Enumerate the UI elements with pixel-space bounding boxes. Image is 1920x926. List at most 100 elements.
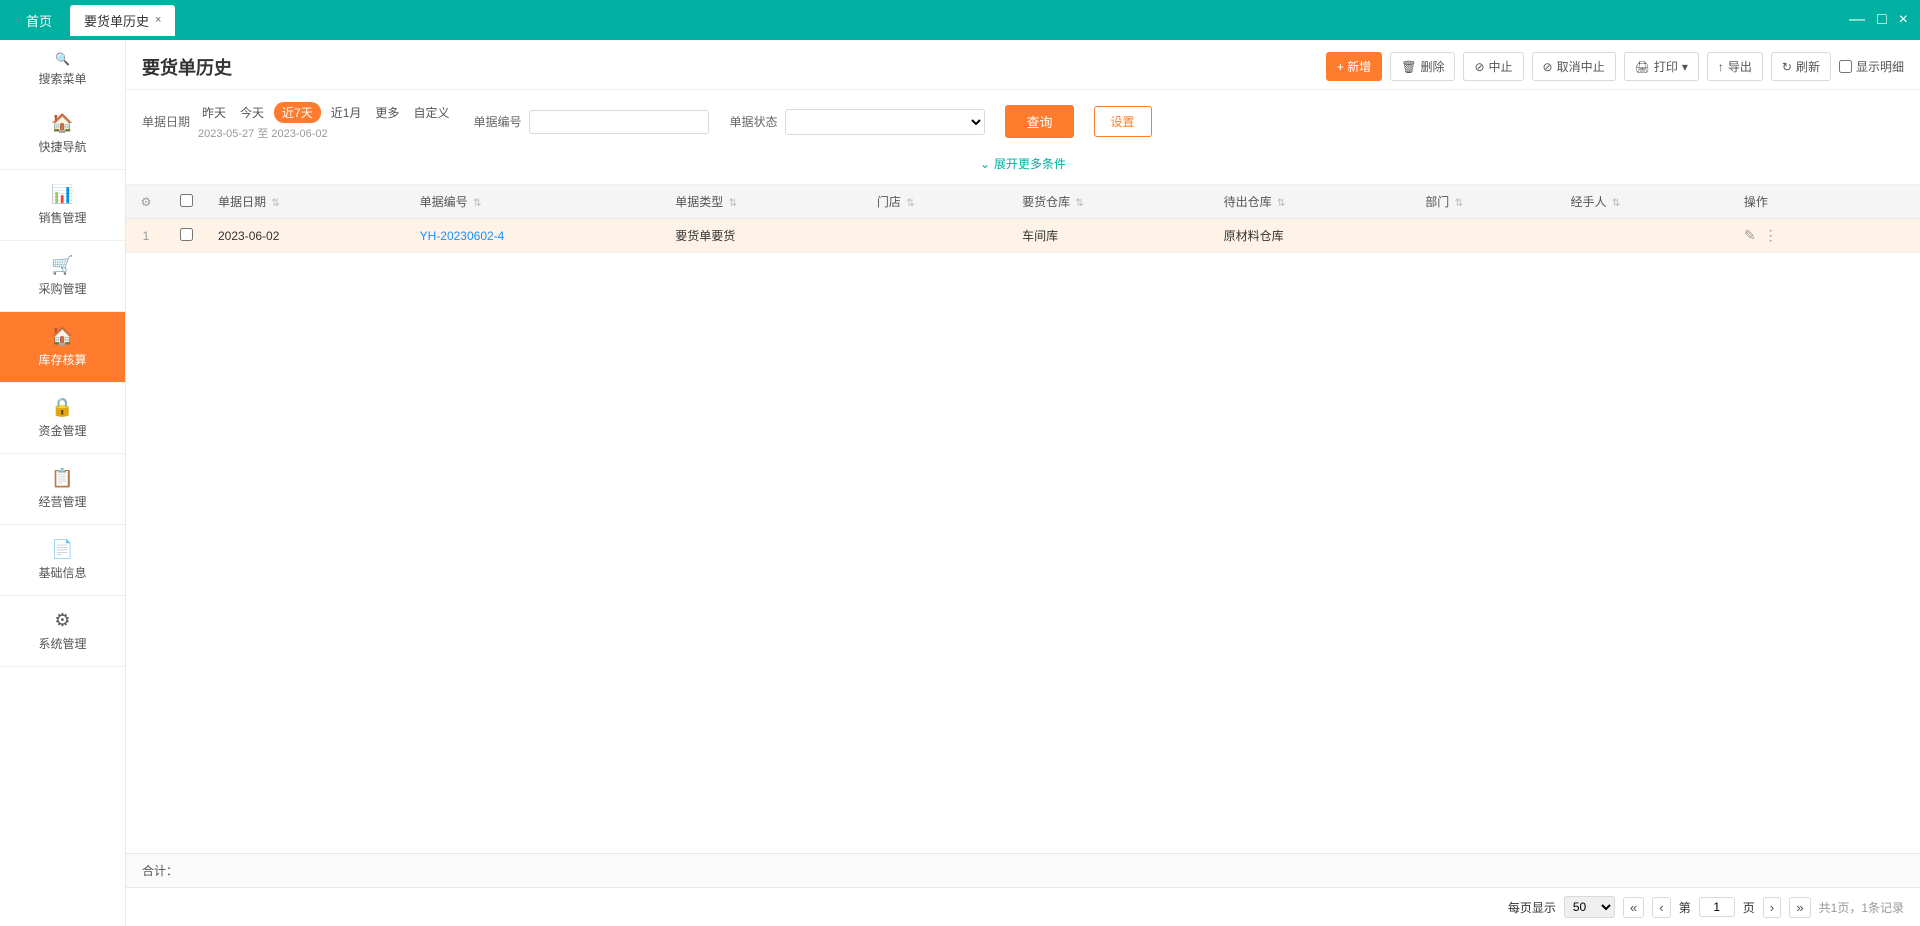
cell-store bbox=[865, 219, 1010, 253]
delete-button[interactable]: 🗑 删除 bbox=[1390, 52, 1455, 81]
sidebar-item-purchase[interactable]: 🛒 采购管理 bbox=[0, 241, 125, 312]
settings-button[interactable]: 设置 bbox=[1094, 106, 1152, 137]
sidebar-label-quick-nav: 快捷导航 bbox=[38, 138, 86, 155]
cell-billtype: 要货单要货 bbox=[663, 219, 865, 253]
tab-close-icon[interactable]: × bbox=[155, 14, 161, 26]
cell-billno[interactable]: YH-20230602-4 bbox=[408, 219, 664, 253]
sidebar-item-sales[interactable]: 📊 销售管理 bbox=[0, 170, 125, 241]
tab-bar: 首页 要货单历史 × bbox=[12, 5, 1849, 36]
add-button[interactable]: + 新增 bbox=[1326, 52, 1382, 81]
col-date: 单据日期 ⇅ bbox=[206, 185, 408, 219]
expand-label: 展开更多条件 bbox=[994, 155, 1066, 172]
col-actions: 操作 bbox=[1732, 185, 1920, 219]
date-btn-custom[interactable]: 自定义 bbox=[409, 102, 453, 123]
display-detail-checkbox[interactable] bbox=[1839, 60, 1852, 73]
sort-icon-billtype: ⇅ bbox=[729, 198, 737, 209]
sidebar-item-inventory[interactable]: 🏠 库存核算 bbox=[0, 312, 125, 383]
sidebar-item-basic[interactable]: 📄 基础信息 bbox=[0, 525, 125, 596]
select-all-checkbox[interactable] bbox=[180, 194, 193, 207]
sidebar-label-system: 系统管理 bbox=[38, 635, 86, 652]
cell-date: 2023-06-02 bbox=[206, 219, 408, 253]
export-button[interactable]: ↑ 导出 bbox=[1707, 52, 1763, 81]
pagination-bar: 每页显示 50 100 200 « ‹ 第 页 › » 共1页，1条记录 bbox=[126, 887, 1920, 926]
table-header-row: ⚙ 单据日期 ⇅ 单据编号 ⇅ bbox=[126, 185, 1920, 219]
status-select[interactable] bbox=[785, 109, 985, 135]
sidebar-label-inventory: 库存核算 bbox=[38, 351, 86, 368]
date-btn-7days[interactable]: 近7天 bbox=[274, 102, 321, 123]
sort-icon-pendwh: ⇅ bbox=[1277, 198, 1285, 209]
total-info: 共1页，1条记录 bbox=[1819, 899, 1904, 916]
cancel-stop-icon: ⊘ bbox=[1543, 60, 1553, 74]
billno-filter-label: 单据编号 bbox=[473, 113, 521, 130]
status-filter-label: 单据状态 bbox=[729, 113, 777, 130]
prev-page-button[interactable]: ‹ bbox=[1652, 897, 1670, 918]
billno-link[interactable]: YH-20230602-4 bbox=[420, 229, 505, 243]
next-page-button[interactable]: › bbox=[1763, 897, 1781, 918]
page-size-select[interactable]: 50 100 200 bbox=[1564, 896, 1615, 918]
col-dept: 部门 ⇅ bbox=[1413, 185, 1558, 219]
col-settings[interactable]: ⚙ bbox=[126, 185, 166, 219]
doc-icon: 📄 bbox=[51, 539, 73, 560]
date-btn-yesterday[interactable]: 昨天 bbox=[198, 102, 230, 123]
refresh-button[interactable]: ↻ 刷新 bbox=[1771, 52, 1831, 81]
sidebar-label-finance: 资金管理 bbox=[38, 422, 86, 439]
query-button[interactable]: 查询 bbox=[1005, 105, 1073, 138]
cell-checkbox[interactable] bbox=[166, 219, 206, 253]
stop-button[interactable]: ⊘ 中止 bbox=[1463, 52, 1523, 81]
date-btn-today[interactable]: 今天 bbox=[236, 102, 268, 123]
tab-home-label: 首页 bbox=[26, 11, 52, 30]
clipboard-icon: 📋 bbox=[51, 468, 73, 489]
status-filter-group: 单据状态 bbox=[729, 109, 985, 135]
print-button[interactable]: 🖨 打印 ▾ bbox=[1624, 52, 1699, 81]
cancel-stop-button[interactable]: ⊘ 取消中止 bbox=[1532, 52, 1616, 81]
tab-home[interactable]: 首页 bbox=[12, 5, 66, 36]
export-icon: ↑ bbox=[1718, 60, 1724, 74]
more-icon[interactable]: ⋮ bbox=[1764, 227, 1778, 244]
page-number-input[interactable] bbox=[1699, 897, 1735, 917]
sort-icon-dept: ⇅ bbox=[1455, 198, 1463, 209]
sidebar-search[interactable]: 🔍 搜索菜单 bbox=[0, 40, 125, 99]
total-label: 合计： bbox=[142, 864, 178, 878]
cell-handler bbox=[1558, 219, 1731, 253]
tab-active-label: 要货单历史 bbox=[84, 11, 149, 30]
sidebar: 🔍 搜索菜单 🏠 快捷导航 📊 销售管理 🛒 采购管理 🏠 库存核算 🔒 资金管… bbox=[0, 40, 126, 926]
sidebar-item-operation[interactable]: 📋 经营管理 bbox=[0, 454, 125, 525]
row-checkbox[interactable] bbox=[180, 228, 193, 241]
sidebar-item-quick-nav[interactable]: 🏠 快捷导航 bbox=[0, 99, 125, 170]
cell-actions: ✎ ⋮ bbox=[1732, 219, 1920, 253]
sort-icon-reqwh: ⇅ bbox=[1075, 198, 1083, 209]
col-billno: 单据编号 ⇅ bbox=[408, 185, 664, 219]
maximize-button[interactable]: □ bbox=[1877, 11, 1887, 29]
search-icon: 🔍 bbox=[55, 52, 70, 66]
sidebar-label-purchase: 采购管理 bbox=[38, 280, 86, 297]
gear-icon: ⚙ bbox=[54, 610, 70, 631]
inventory-icon: 🏠 bbox=[51, 326, 73, 347]
date-btn-more[interactable]: 更多 bbox=[371, 102, 403, 123]
sidebar-item-finance[interactable]: 🔒 资金管理 bbox=[0, 383, 125, 454]
stop-icon: ⊘ bbox=[1474, 60, 1484, 74]
first-page-button[interactable]: « bbox=[1623, 897, 1644, 918]
minimize-button[interactable]: — bbox=[1849, 11, 1865, 29]
cell-num: 1 bbox=[126, 219, 166, 253]
last-page-button[interactable]: » bbox=[1789, 897, 1810, 918]
tab-active[interactable]: 要货单历史 × bbox=[70, 5, 175, 36]
col-checkbox[interactable] bbox=[166, 185, 206, 219]
per-page-label: 每页显示 bbox=[1508, 899, 1556, 916]
sidebar-item-system[interactable]: ⚙ 系统管理 bbox=[0, 596, 125, 667]
delete-icon: 🗑 bbox=[1401, 60, 1416, 74]
sidebar-label-basic: 基础信息 bbox=[38, 564, 86, 581]
billno-input[interactable] bbox=[529, 110, 709, 134]
billno-filter-group: 单据编号 bbox=[473, 110, 709, 134]
display-detail-toggle[interactable]: 显示明细 bbox=[1839, 58, 1904, 75]
table-row: 1 2023-06-02 YH-20230602-4 要货单要货 车间库 bbox=[126, 219, 1920, 253]
page-end-label: 页 bbox=[1743, 899, 1755, 916]
date-filter-label: 单据日期 bbox=[142, 113, 190, 130]
date-options-row: 昨天 今天 近7天 近1月 更多 自定义 bbox=[198, 102, 453, 123]
window-close-button[interactable]: × bbox=[1899, 11, 1908, 29]
date-btn-1month[interactable]: 近1月 bbox=[327, 102, 366, 123]
home-icon: 🏠 bbox=[51, 113, 73, 134]
page-title: 要货单历史 bbox=[142, 54, 232, 80]
expand-more-btn[interactable]: ⌄ 展开更多条件 bbox=[142, 147, 1904, 172]
edit-icon[interactable]: ✎ bbox=[1744, 227, 1756, 244]
settings-icon: ⚙ bbox=[141, 195, 152, 209]
